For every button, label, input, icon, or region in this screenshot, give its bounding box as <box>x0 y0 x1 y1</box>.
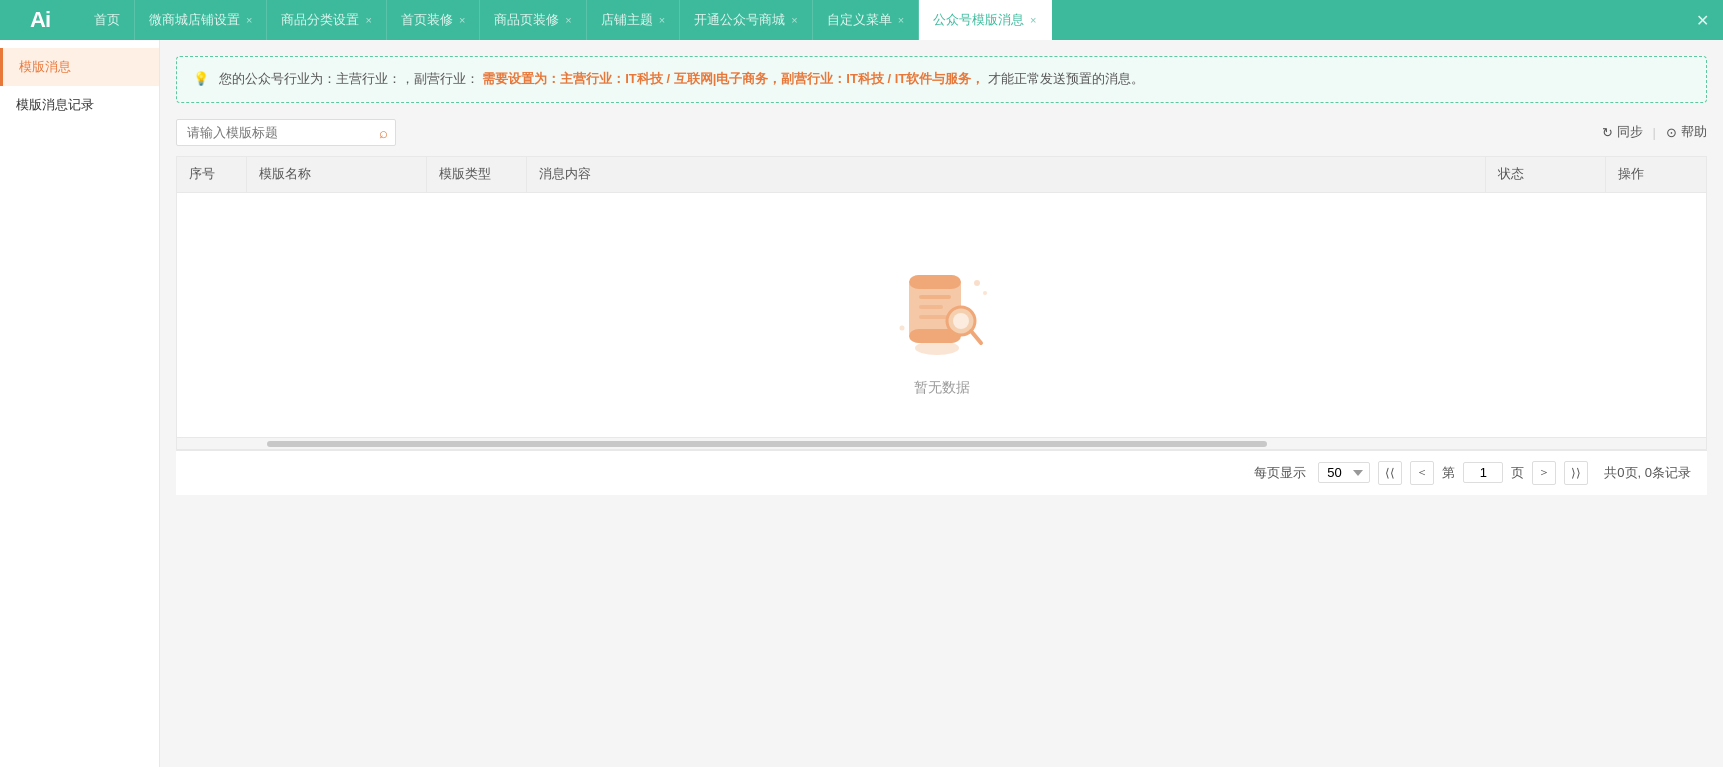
nav-tab-template-msg[interactable]: 公众号模版消息× <box>919 0 1051 40</box>
nav-tab-custom-menu[interactable]: 自定义菜单× <box>813 0 919 40</box>
sidebar-item-template-record[interactable]: 模版消息记录 <box>0 86 159 124</box>
col-header-action: 操作 <box>1606 157 1706 192</box>
first-page-button[interactable]: ⟨⟨ <box>1378 461 1402 485</box>
close-tab-category-settings[interactable]: × <box>365 14 371 26</box>
nav-tab-product-decor[interactable]: 商品页装修× <box>480 0 586 40</box>
sync-button[interactable]: ↻ 同步 <box>1602 123 1643 141</box>
svg-rect-2 <box>909 275 961 289</box>
nav-tab-home[interactable]: 首页 <box>80 0 135 40</box>
close-all-button[interactable]: ✕ <box>1682 11 1723 30</box>
close-tab-open-mall[interactable]: × <box>791 14 797 26</box>
nav-tab-shop-theme[interactable]: 店铺主题× <box>587 0 680 40</box>
svg-point-11 <box>983 291 987 295</box>
page-prefix: 第 <box>1442 464 1455 482</box>
nav-tab-homepage-decor[interactable]: 首页装修× <box>387 0 480 40</box>
col-header-content: 消息内容 <box>527 157 1486 192</box>
page-unit: 页 <box>1511 464 1524 482</box>
empty-text: 暂无数据 <box>914 379 970 397</box>
nav-tab-category-settings[interactable]: 商品分类设置× <box>267 0 386 40</box>
pagination: 每页显示 102050100 ⟨⟨ ＜ 第 页 ＞ ⟩⟩ 共0页, 0条记录 <box>176 450 1707 495</box>
notice-icon: 💡 <box>193 71 209 86</box>
close-tab-shop-theme[interactable]: × <box>659 14 665 26</box>
svg-rect-6 <box>919 315 947 319</box>
page-input[interactable] <box>1463 462 1503 483</box>
empty-illustration <box>887 253 997 363</box>
close-tab-custom-menu[interactable]: × <box>898 14 904 26</box>
sync-icon: ↻ <box>1602 125 1613 140</box>
nav-tab-shop-settings[interactable]: 微商城店铺设置× <box>135 0 267 40</box>
help-button[interactable]: ⊙ 帮助 <box>1666 123 1707 141</box>
search-bar: ⌕ ↻ 同步 | ⊙ 帮助 <box>176 119 1707 146</box>
svg-point-0 <box>915 341 959 355</box>
last-page-button[interactable]: ⟩⟩ <box>1564 461 1588 485</box>
scrollbar-thumb[interactable] <box>267 441 1267 447</box>
horizontal-scrollbar[interactable] <box>177 437 1706 449</box>
svg-point-8 <box>953 313 969 329</box>
search-button[interactable]: ⌕ <box>379 124 388 141</box>
col-header-type: 模版类型 <box>427 157 527 192</box>
empty-state: 暂无数据 <box>177 193 1706 437</box>
svg-point-12 <box>899 325 904 330</box>
sidebar: 模版消息模版消息记录 <box>0 40 160 767</box>
close-tab-product-decor[interactable]: × <box>565 14 571 26</box>
search-input-wrap: ⌕ <box>176 119 396 146</box>
close-tab-homepage-decor[interactable]: × <box>459 14 465 26</box>
col-header-seq: 序号 <box>177 157 247 192</box>
nav-tab-open-mall[interactable]: 开通公众号商城× <box>680 0 812 40</box>
svg-line-9 <box>971 331 981 343</box>
data-table: 序号 模版名称 模版类型 消息内容 状态 操作 <box>176 156 1707 450</box>
close-tab-template-msg[interactable]: × <box>1030 14 1036 26</box>
page-size-select[interactable]: 102050100 <box>1318 462 1370 483</box>
page-size-label: 每页显示 <box>1254 464 1306 482</box>
col-header-status: 状态 <box>1486 157 1606 192</box>
notice-prefix: 您的公众号行业为：主营行业：，副营行业： <box>219 71 479 86</box>
divider: | <box>1653 125 1656 140</box>
close-tab-shop-settings[interactable]: × <box>246 14 252 26</box>
top-nav: Ai 首页微商城店铺设置×商品分类设置×首页装修×商品页装修×店铺主题×开通公众… <box>0 0 1723 40</box>
search-input[interactable] <box>176 119 396 146</box>
content-area: 💡 您的公众号行业为：主营行业：，副营行业： 需要设置为：主营行业：IT科技 /… <box>160 40 1723 767</box>
table-header: 序号 模版名称 模版类型 消息内容 状态 操作 <box>177 157 1706 193</box>
main-layout: 模版消息模版消息记录 💡 您的公众号行业为：主营行业：，副营行业： 需要设置为：… <box>0 40 1723 767</box>
total-info: 共0页, 0条记录 <box>1604 464 1691 482</box>
svg-point-10 <box>974 280 980 286</box>
sync-label: 同步 <box>1617 123 1643 141</box>
notice-suffix: 才能正常发送预置的消息。 <box>988 71 1144 86</box>
sidebar-item-template-message[interactable]: 模版消息 <box>0 48 159 86</box>
notice-box: 💡 您的公众号行业为：主营行业：，副营行业： 需要设置为：主营行业：IT科技 /… <box>176 56 1707 103</box>
nav-tabs: 首页微商城店铺设置×商品分类设置×首页装修×商品页装修×店铺主题×开通公众号商城… <box>80 0 1682 40</box>
svg-rect-5 <box>919 305 943 309</box>
col-header-name: 模版名称 <box>247 157 427 192</box>
next-page-button[interactable]: ＞ <box>1532 461 1556 485</box>
svg-rect-4 <box>919 295 951 299</box>
help-label: 帮助 <box>1681 123 1707 141</box>
help-icon: ⊙ <box>1666 125 1677 140</box>
notice-highlight: 需要设置为：主营行业：IT科技 / 互联网|电子商务，副营行业：IT科技 / I… <box>482 71 984 86</box>
search-actions: ↻ 同步 | ⊙ 帮助 <box>1602 123 1707 141</box>
app-logo: Ai <box>0 0 80 40</box>
prev-page-button[interactable]: ＜ <box>1410 461 1434 485</box>
